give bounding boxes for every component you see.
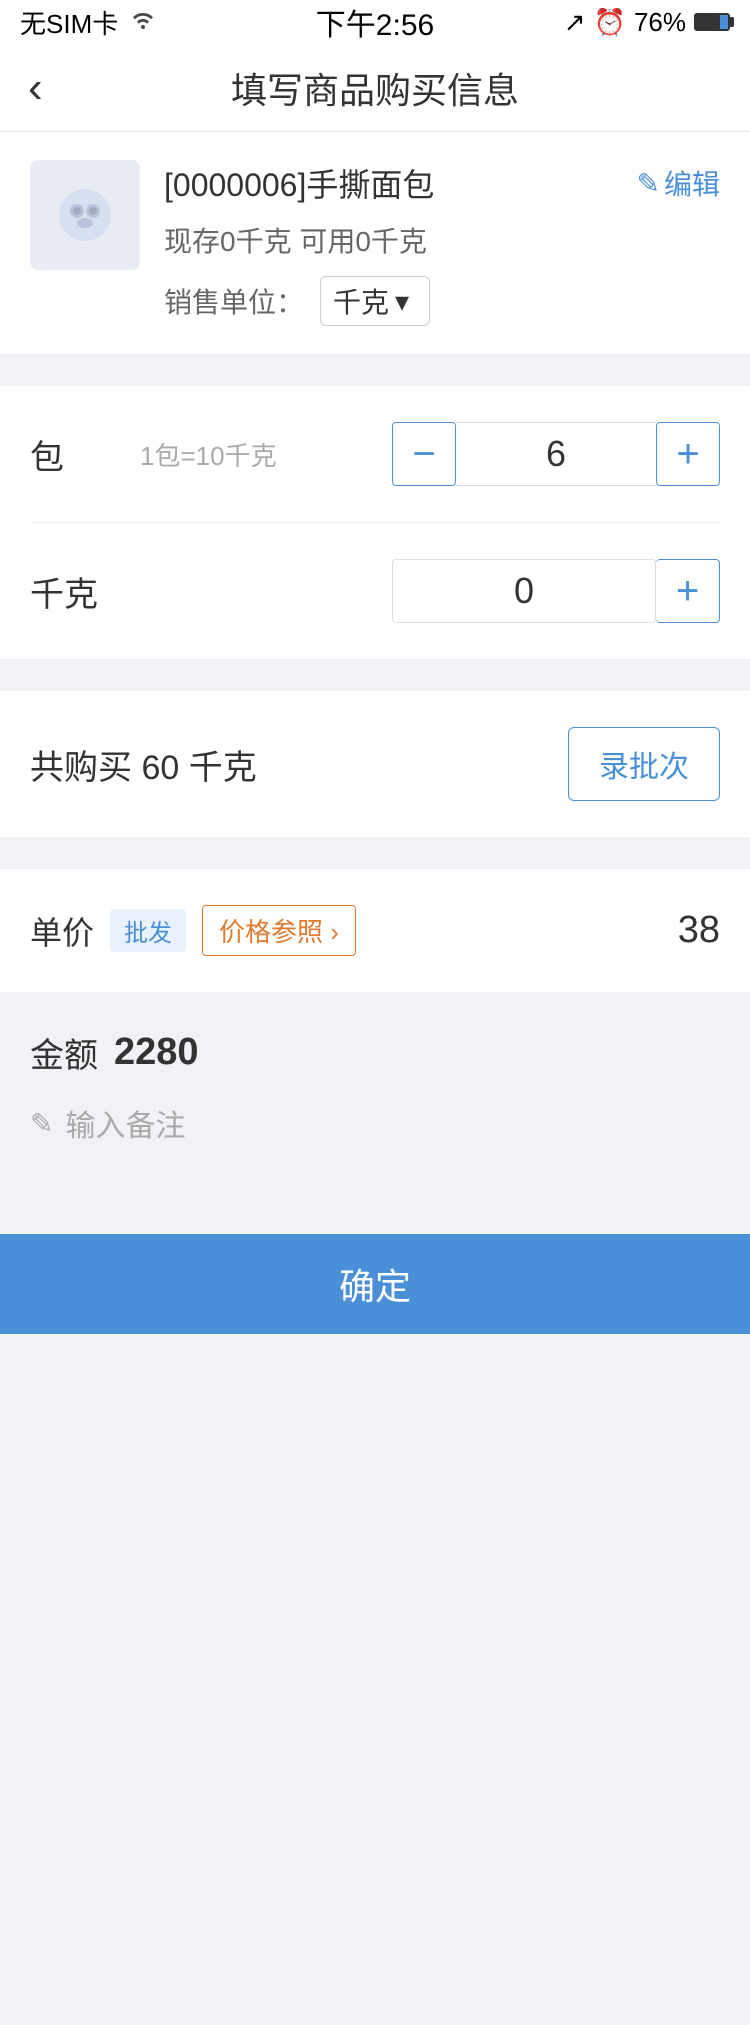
price-section: 单价 批发 价格参照 › 38 (0, 869, 750, 992)
kg-plus-button[interactable]: + (656, 559, 720, 623)
product-info: [0000006]手撕面包 ✎ 编辑 现存0千克 可用0千克 销售单位： 千克 … (164, 160, 720, 326)
location-icon: ↗ (564, 7, 586, 38)
back-button[interactable]: ‹ (28, 66, 43, 110)
product-name: [0000006]手撕面包 (164, 160, 434, 206)
product-stock: 现存0千克 可用0千克 (164, 220, 720, 260)
edit-label: 编辑 (664, 163, 720, 203)
product-card: [0000006]手撕面包 ✎ 编辑 现存0千克 可用0千克 销售单位： 千克 … (0, 132, 750, 354)
page-title: 填写商品购买信息 (231, 62, 519, 114)
separator-3 (0, 853, 750, 869)
unit-select[interactable]: 千克 ▾ (320, 276, 430, 326)
bag-quantity-input[interactable] (456, 422, 656, 486)
amount-value: 2280 (114, 1031, 199, 1074)
confirm-button[interactable]: 确定 (0, 1234, 750, 1334)
bag-label: 包 (30, 430, 130, 479)
total-text: 共购买 60 千克 (30, 740, 257, 789)
remark-placeholder: 输入备注 (65, 1101, 185, 1145)
carrier-text: 无SIM卡 (20, 4, 118, 41)
separator-1 (0, 370, 750, 386)
amount-section: 金额 2280 ✎ 输入备注 (0, 992, 750, 1165)
separator-2 (0, 675, 750, 691)
kg-label: 千克 (30, 567, 130, 616)
chevron-down-icon: ▾ (395, 285, 409, 318)
product-name-row: [0000006]手撕面包 ✎ 编辑 (164, 160, 720, 206)
product-unit-row: 销售单位： 千克 ▾ (164, 276, 720, 326)
wifi-icon (128, 7, 158, 38)
nav-bar: ‹ 填写商品购买信息 (0, 44, 750, 132)
edit-button[interactable]: ✎ 编辑 (637, 163, 720, 203)
unit-value: 千克 (333, 281, 389, 321)
amount-label: 金额 (30, 1028, 98, 1077)
remark-row[interactable]: ✎ 输入备注 (30, 1101, 720, 1145)
bag-minus-button[interactable]: − (392, 422, 456, 486)
unit-label: 销售单位： (164, 281, 304, 321)
battery-icon (694, 13, 730, 31)
price-type-tag: 批发 (110, 909, 186, 952)
bag-controls: − + (392, 422, 720, 486)
batch-button[interactable]: 录批次 (568, 727, 720, 801)
bag-plus-button[interactable]: + (656, 422, 720, 486)
product-thumbnail (30, 160, 140, 270)
alarm-icon: ⏰ (594, 7, 626, 38)
price-reference-button[interactable]: 价格参照 › (202, 905, 356, 956)
kg-quantity-input[interactable] (392, 559, 656, 623)
edit-icon: ✎ (637, 167, 660, 200)
bag-hint: 1包=10千克 (140, 436, 392, 473)
quantity-section: 包 1包=10千克 − + 千克 + (0, 386, 750, 659)
amount-row: 金额 2280 (30, 1028, 720, 1077)
remark-edit-icon: ✎ (30, 1107, 53, 1140)
battery-text: 76% (634, 7, 686, 38)
status-right: ↗ ⏰ 76% (564, 7, 730, 38)
kg-quantity-row: 千克 + (30, 523, 720, 659)
status-left: 无SIM卡 (20, 4, 158, 41)
status-bar: 无SIM卡 下午2:56 ↗ ⏰ 76% (0, 0, 750, 44)
kg-controls: + (392, 559, 720, 623)
bag-quantity-row: 包 1包=10千克 − + (30, 386, 720, 523)
status-time: 下午2:56 (316, 0, 434, 44)
price-label: 单价 (30, 908, 94, 954)
total-section: 共购买 60 千克 录批次 (0, 691, 750, 837)
price-value: 38 (678, 909, 720, 952)
